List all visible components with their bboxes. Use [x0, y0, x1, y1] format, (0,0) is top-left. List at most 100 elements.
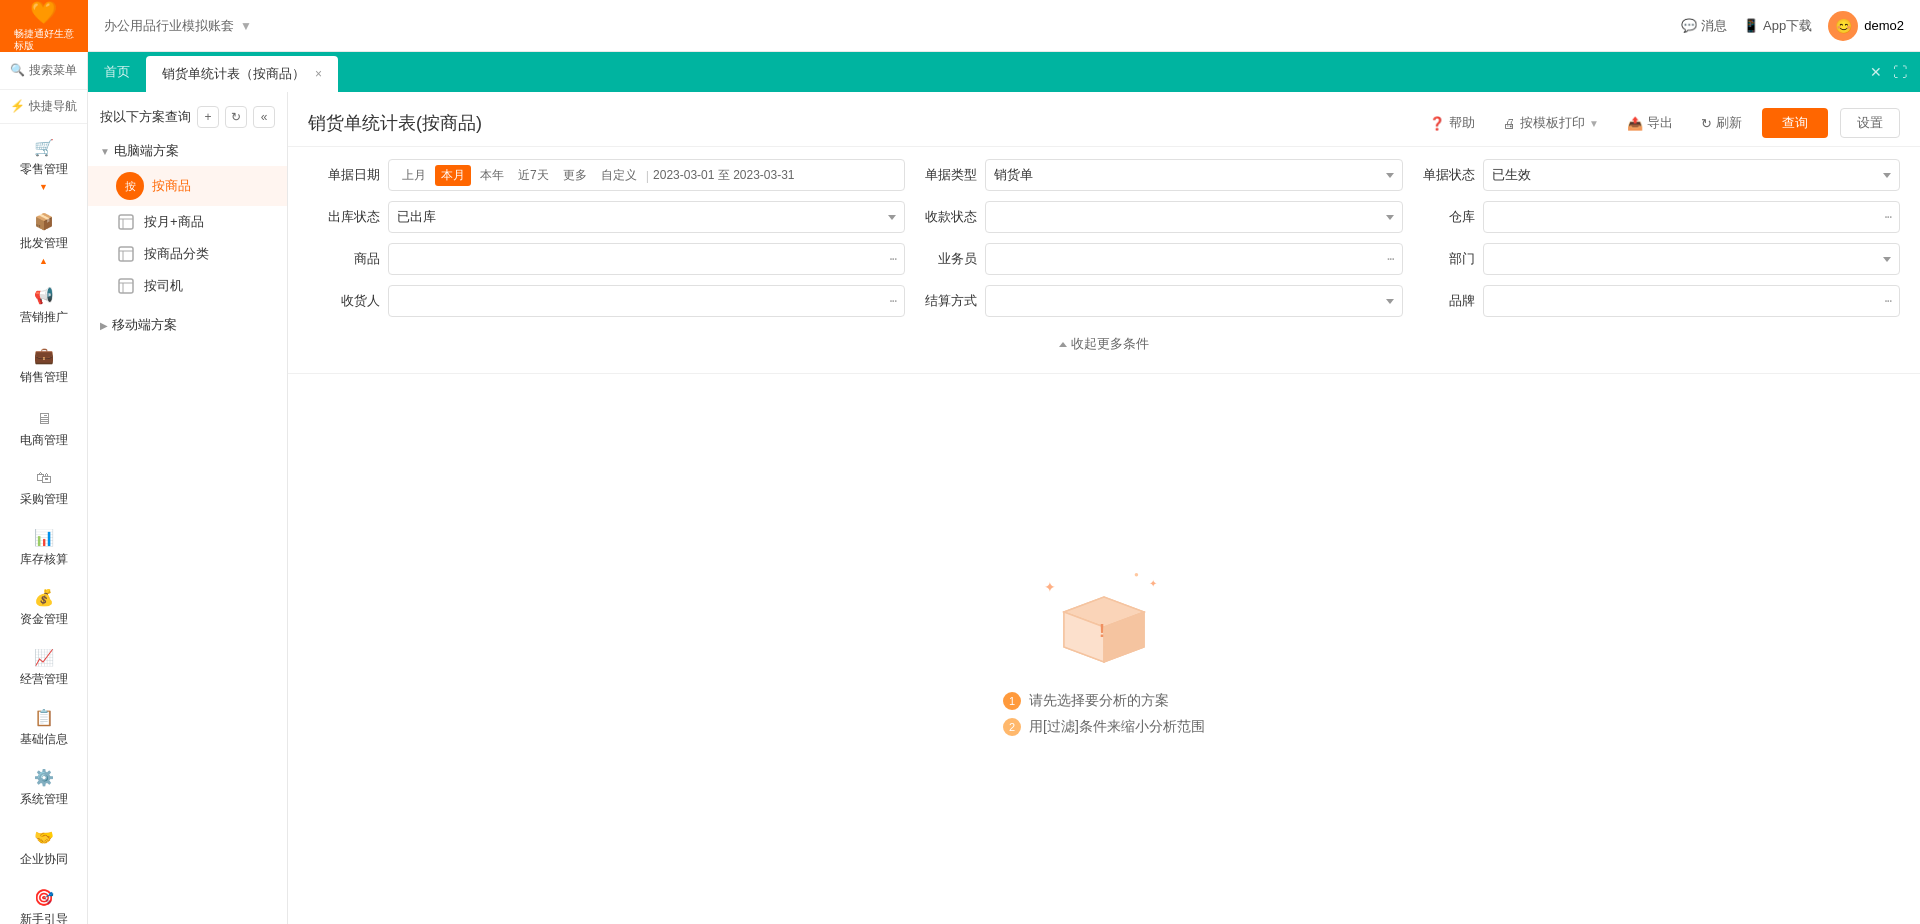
sidebar-item-sales[interactable]: 💼 销售管理	[0, 336, 87, 396]
brand-dots: ···	[1884, 292, 1891, 310]
sidebar-item-finance[interactable]: 💰 资金管理	[0, 578, 87, 638]
scheme-label-4: 按司机	[144, 277, 183, 295]
brand-filter[interactable]: ···	[1483, 285, 1901, 317]
add-scheme-btn[interactable]: +	[197, 106, 219, 128]
date-filter[interactable]: 上月 本月 本年 近7天 更多 自定义 | 2023-03-01 至 2023-…	[388, 159, 905, 191]
wholesale-icon: 📦	[34, 212, 54, 231]
collapse-label: 收起更多条件	[1071, 335, 1149, 353]
close-window-btn[interactable]: ✕	[1868, 64, 1884, 80]
sidebar-item-label: 库存核算	[20, 551, 68, 568]
svg-rect-6	[119, 279, 133, 293]
page-header: 销货单统计表(按商品) ❓ 帮助 🖨 按模板打印 ▼ 📤 导出	[288, 92, 1920, 147]
refresh-btn[interactable]: ↻ 刷新	[1693, 110, 1750, 136]
date-label: 单据日期	[308, 166, 388, 184]
active-tab-label: 销货单统计表（按商品）	[162, 65, 305, 83]
tab-home[interactable]: 首页	[88, 52, 146, 92]
scheme-item-by-month-goods[interactable]: 按月+商品	[88, 206, 287, 238]
sidebar-item-wholesale[interactable]: 📦 批发管理 ▲	[0, 202, 87, 276]
dept-arrow	[1883, 257, 1891, 262]
export-btn[interactable]: 📤 导出	[1619, 110, 1681, 136]
svg-rect-0	[119, 215, 133, 229]
tab-close-icon[interactable]: ×	[315, 67, 322, 81]
mobile-group-title[interactable]: ▶ 移动端方案	[88, 310, 287, 340]
sales-icon: 💼	[34, 346, 54, 365]
collapse-up-icon	[1059, 342, 1067, 347]
print-btn[interactable]: 🖨 按模板打印 ▼	[1495, 110, 1607, 136]
sidebar-item-collab[interactable]: 🤝 企业协同	[0, 818, 87, 878]
messages-btn[interactable]: 💬 消息	[1681, 17, 1727, 35]
collect-status-label: 收款状态	[905, 208, 985, 226]
date-btn-recent7[interactable]: 近7天	[513, 165, 554, 186]
date-separator: |	[646, 168, 649, 183]
user-avatar: 😊	[1828, 11, 1858, 41]
out-status-filter[interactable]: 已出库	[388, 201, 905, 233]
sidebar-quick-nav[interactable]: ⚡ 快捷导航	[0, 90, 87, 124]
receiver-filter[interactable]: ···	[388, 285, 905, 317]
collapse-filter-btn[interactable]: 收起更多条件	[308, 327, 1900, 361]
scheme-icon-3	[116, 276, 136, 296]
sidebar-item-guide[interactable]: 🎯 新手引导	[0, 878, 87, 924]
payment-filter[interactable]	[985, 285, 1403, 317]
payment-label: 结算方式	[905, 292, 985, 310]
user-menu[interactable]: 😊 demo2	[1828, 11, 1904, 41]
scheme-item-by-category[interactable]: 按商品分类	[88, 238, 287, 270]
app-download-btn[interactable]: 📱 App下载	[1743, 17, 1812, 35]
date-btn-last-month[interactable]: 上月	[397, 165, 431, 186]
maximize-window-btn[interactable]: ⛶	[1892, 64, 1908, 80]
dropdown-arrow[interactable]: ▼	[240, 19, 252, 33]
doc-type-filter[interactable]: 销货单	[985, 159, 1403, 191]
header-actions: 💬 消息 📱 App下载 😊 demo2	[1681, 11, 1904, 41]
main-area: 办公用品行业模拟账套 ▼ 💬 消息 📱 App下载 😊 demo2 首页	[88, 0, 1920, 924]
desktop-group-label: 电脑端方案	[114, 142, 179, 160]
sidebar-search[interactable]: 🔍 搜索菜单	[0, 52, 87, 90]
sidebar-item-operations[interactable]: 📈 经营管理	[0, 638, 87, 698]
refresh-icon: ↻	[1701, 116, 1712, 131]
sidebar-item-label: 经营管理	[20, 671, 68, 688]
warehouse-filter[interactable]: ···	[1483, 201, 1901, 233]
collapse-panel-btn[interactable]: «	[253, 106, 275, 128]
sidebar-logo[interactable]: 🧡 畅捷通好生意 标版	[0, 0, 88, 52]
left-panel: 按以下方案查询 + ↻ « ▼ 电脑端方案 按 按商品	[88, 92, 288, 924]
doc-status-filter[interactable]: 已生效	[1483, 159, 1901, 191]
sidebar-item-ecommerce[interactable]: 🖥 电商管理	[0, 400, 87, 459]
goods-label: 商品	[308, 250, 388, 268]
query-btn[interactable]: 查询	[1762, 108, 1828, 138]
collect-status-filter[interactable]	[985, 201, 1403, 233]
goods-filter[interactable]: ···	[388, 243, 905, 275]
date-btn-this-year[interactable]: 本年	[475, 165, 509, 186]
sidebar-item-purchase[interactable]: 🛍 采购管理	[0, 459, 87, 518]
date-btn-this-month[interactable]: 本月	[435, 165, 471, 186]
refresh-scheme-btn[interactable]: ↻	[225, 106, 247, 128]
tab-active[interactable]: 销货单统计表（按商品） ×	[146, 56, 338, 92]
basics-icon: 📋	[34, 708, 54, 727]
sidebar-item-system[interactable]: ⚙️ 系统管理	[0, 758, 87, 818]
mobile-scheme-group: ▶ 移动端方案	[88, 310, 287, 340]
finance-icon: 💰	[34, 588, 54, 607]
sidebar-item-retail[interactable]: 🛒 零售管理 ▼	[0, 128, 87, 202]
date-btn-more[interactable]: 更多	[558, 165, 592, 186]
payment-arrow	[1386, 299, 1394, 304]
svg-text:!: !	[1099, 621, 1105, 641]
collab-icon: 🤝	[34, 828, 54, 847]
sidebar-item-inventory[interactable]: 📊 库存核算	[0, 518, 87, 578]
sidebar-item-label: 新手引导	[20, 911, 68, 924]
salesperson-label: 业务员	[905, 250, 985, 268]
print-icon: 🖨	[1503, 116, 1516, 131]
scheme-item-by-driver[interactable]: 按司机	[88, 270, 287, 302]
scheme-item-by-goods[interactable]: 按 按商品	[88, 166, 287, 206]
sidebar-item-marketing[interactable]: 📢 营销推广	[0, 276, 87, 336]
salesperson-filter[interactable]: ···	[985, 243, 1403, 275]
dept-filter[interactable]	[1483, 243, 1901, 275]
filter-area: 单据日期 上月 本月 本年 近7天 更多 自定义 | 2023-03-01 至 …	[288, 147, 1920, 374]
svg-text:●: ●	[1134, 570, 1139, 579]
goods-dots: ···	[889, 250, 896, 268]
help-btn[interactable]: ❓ 帮助	[1421, 110, 1483, 136]
help-icon: ❓	[1429, 116, 1445, 131]
right-panel: 销货单统计表(按商品) ❓ 帮助 🖨 按模板打印 ▼ 📤 导出	[288, 92, 1920, 924]
sidebar-item-basics[interactable]: 📋 基础信息	[0, 698, 87, 758]
settings-btn[interactable]: 设置	[1840, 108, 1900, 138]
svg-text:✦: ✦	[1044, 579, 1056, 595]
date-btn-custom[interactable]: 自定义	[596, 165, 642, 186]
desktop-group-title[interactable]: ▼ 电脑端方案	[88, 136, 287, 166]
warehouse-label: 仓库	[1403, 208, 1483, 226]
